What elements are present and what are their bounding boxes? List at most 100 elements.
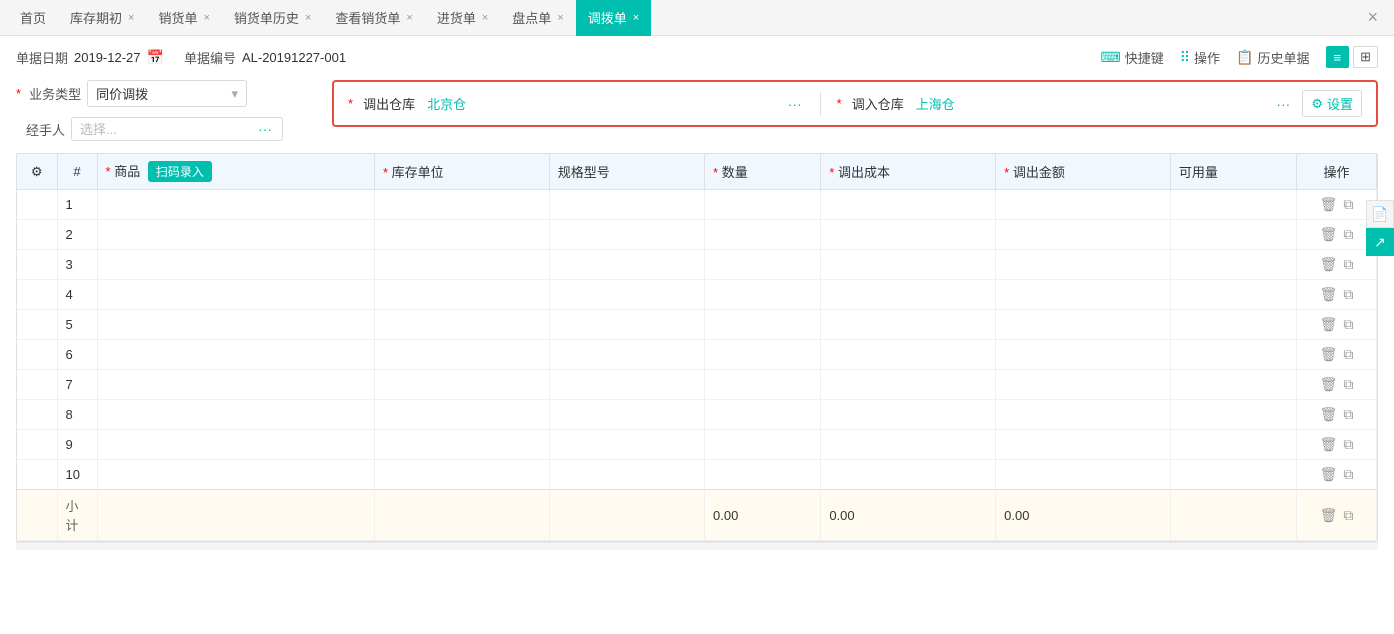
tab-close-inventory-count[interactable]: × xyxy=(557,12,563,24)
row-delete-icon[interactable]: 🗑 xyxy=(1320,346,1338,363)
row-spec-cell xyxy=(549,250,704,280)
row-delete-icon[interactable]: 🗑 xyxy=(1320,406,1338,423)
row-product-cell[interactable] xyxy=(97,250,374,280)
tab-close-view-sales[interactable]: × xyxy=(406,12,412,24)
settings-button[interactable]: ⚙ 设置 xyxy=(1302,90,1362,117)
row-gear-cell xyxy=(17,340,57,370)
row-delete-icon[interactable]: 🗑 xyxy=(1320,256,1338,273)
row-unit-cell xyxy=(374,370,549,400)
row-product-cell[interactable] xyxy=(97,340,374,370)
view-toggle-grid[interactable]: ⊞ xyxy=(1353,46,1378,68)
in-warehouse-more-button[interactable]: ··· xyxy=(1274,96,1292,112)
row-delete-icon[interactable]: 🗑 xyxy=(1320,376,1338,393)
in-warehouse-label: 调入仓库 xyxy=(852,94,904,113)
col-gear[interactable]: ⚙ xyxy=(17,154,57,190)
settings-icon: ⚙ xyxy=(1311,96,1323,112)
row-spec-cell xyxy=(549,430,704,460)
row-gear-cell xyxy=(17,460,57,490)
row-product-cell[interactable] xyxy=(97,190,374,220)
row-available-cell xyxy=(1170,340,1296,370)
shortcut-button[interactable]: ⌨ 快捷键 xyxy=(1101,48,1164,67)
row-num-cell: 9 xyxy=(57,430,97,460)
row-copy-icon[interactable]: ⧉ xyxy=(1343,436,1353,453)
row-copy-icon[interactable]: ⧉ xyxy=(1343,196,1353,213)
row-available-cell xyxy=(1170,220,1296,250)
row-product-cell[interactable] xyxy=(97,220,374,250)
data-table: ⚙ # * 商品 扫码录入 * 库存单位 规格型号 * 数量 xyxy=(16,153,1378,542)
row-delete-icon[interactable]: 🗑 xyxy=(1320,286,1338,303)
row-copy-icon[interactable]: ⧉ xyxy=(1343,346,1353,363)
row-copy-icon[interactable]: ⧉ xyxy=(1343,286,1353,303)
row-copy-icon[interactable]: ⧉ xyxy=(1343,466,1353,483)
operation-button[interactable]: ⠿ 操作 xyxy=(1180,48,1220,67)
tab-close-sales-order[interactable]: × xyxy=(203,12,209,24)
tab-close-inventory-init[interactable]: × xyxy=(128,12,134,24)
business-type-select[interactable]: 同价调拨 ▾ xyxy=(87,80,247,107)
subtotal-product-cell xyxy=(97,490,374,541)
table-row: 3 🗑 ⧉ xyxy=(17,250,1377,280)
col-qty: * 数量 xyxy=(705,154,821,190)
table-row: 4 🗑 ⧉ xyxy=(17,280,1377,310)
row-num-cell: 6 xyxy=(57,340,97,370)
row-action-cell: 🗑 ⧉ xyxy=(1297,400,1377,430)
history-button[interactable]: 📋 历史单据 xyxy=(1236,48,1309,67)
col-num: # xyxy=(57,154,97,190)
row-unit-cell xyxy=(374,220,549,250)
row-product-cell[interactable] xyxy=(97,430,374,460)
tab-sales-order[interactable]: 销货单 × xyxy=(146,0,221,36)
table-row: 6 🗑 ⧉ xyxy=(17,340,1377,370)
row-copy-icon[interactable]: ⧉ xyxy=(1343,376,1353,393)
horizontal-scrollbar[interactable] xyxy=(16,542,1378,550)
scan-button[interactable]: 扫码录入 xyxy=(148,161,212,182)
col-action: 操作 xyxy=(1297,154,1377,190)
row-product-cell[interactable] xyxy=(97,400,374,430)
row-delete-icon[interactable]: 🗑 xyxy=(1320,196,1338,213)
subtotal-label-cell: 小计 xyxy=(57,490,97,541)
tab-view-sales[interactable]: 查看销货单 × xyxy=(323,0,424,36)
row-product-cell[interactable] xyxy=(97,370,374,400)
row-amount-cell xyxy=(996,400,1171,430)
tab-home[interactable]: 首页 xyxy=(8,0,58,36)
tab-inventory-count[interactable]: 盘点单 × xyxy=(500,0,575,36)
row-delete-icon[interactable]: 🗑 xyxy=(1320,507,1338,524)
right-tool-expand[interactable]: ↗ xyxy=(1366,228,1394,256)
tab-close-transfer-order[interactable]: × xyxy=(633,12,639,24)
tab-close-sales-history[interactable]: × xyxy=(305,12,311,24)
row-copy-icon[interactable]: ⧉ xyxy=(1343,226,1353,243)
row-action-cell: 🗑 ⧉ xyxy=(1297,460,1377,490)
view-toggle-list[interactable]: ≡ xyxy=(1326,46,1350,68)
table-row: 9 🗑 ⧉ xyxy=(17,430,1377,460)
row-product-cell[interactable] xyxy=(97,280,374,310)
person-input[interactable] xyxy=(80,122,256,137)
right-tool-doc[interactable]: 📄 xyxy=(1366,200,1394,228)
row-copy-icon[interactable]: ⧉ xyxy=(1343,256,1353,273)
list-view-icon: ≡ xyxy=(1334,50,1342,65)
out-warehouse-more-button[interactable]: ··· xyxy=(786,96,804,112)
row-delete-icon[interactable]: 🗑 xyxy=(1320,316,1338,333)
row-delete-icon[interactable]: 🗑 xyxy=(1320,466,1338,483)
tab-purchase-order[interactable]: 进货单 × xyxy=(425,0,500,36)
tab-inventory-init[interactable]: 库存期初 × xyxy=(58,0,146,36)
row-delete-icon[interactable]: 🗑 xyxy=(1320,436,1338,453)
row-copy-icon[interactable]: ⧉ xyxy=(1343,406,1353,423)
calendar-icon[interactable]: 📅 xyxy=(147,49,164,66)
row-delete-icon[interactable]: 🗑 xyxy=(1320,226,1338,243)
subtotal-amount-cell: 0.00 xyxy=(996,490,1171,541)
row-unit-cell xyxy=(374,310,549,340)
subtotal-action-cell: 🗑 ⧉ xyxy=(1297,490,1377,541)
subtotal-unit-cell xyxy=(374,490,549,541)
window-close-button[interactable]: × xyxy=(1359,7,1386,28)
row-copy-icon[interactable]: ⧉ xyxy=(1343,316,1353,333)
row-product-cell[interactable] xyxy=(97,310,374,340)
tab-sales-history[interactable]: 销货单历史 × xyxy=(222,0,323,36)
row-action-cell: 🗑 ⧉ xyxy=(1297,370,1377,400)
table-row: 10 🗑 ⧉ xyxy=(17,460,1377,490)
tab-close-purchase-order[interactable]: × xyxy=(482,12,488,24)
col-unit: * 库存单位 xyxy=(374,154,549,190)
tab-transfer-order[interactable]: 调拨单 × xyxy=(576,0,651,36)
person-more-button[interactable]: ··· xyxy=(256,121,274,137)
subtotal-cost-cell: 0.00 xyxy=(821,490,996,541)
row-product-cell[interactable] xyxy=(97,460,374,490)
row-qty-cell xyxy=(705,220,821,250)
row-copy-icon[interactable]: ⧉ xyxy=(1343,507,1353,524)
